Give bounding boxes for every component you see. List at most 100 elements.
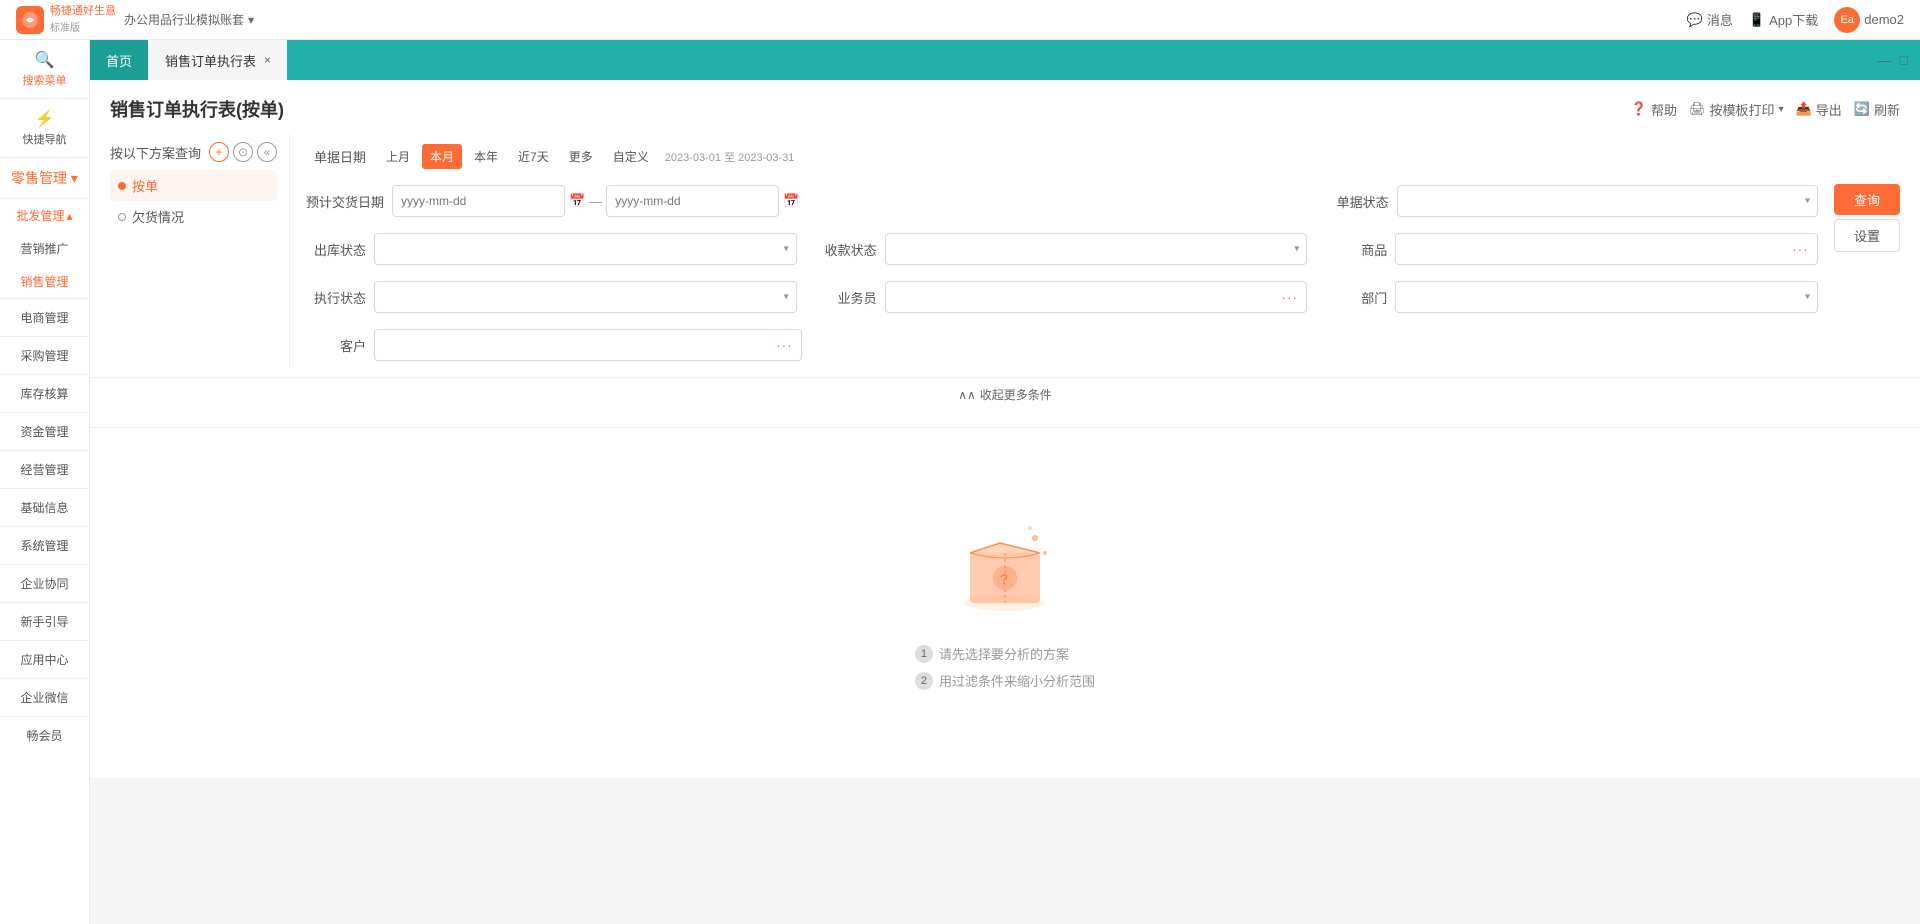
quick-nav-icon: ⚡ (4, 109, 85, 129)
help-icon: ❓ (1631, 101, 1647, 117)
active-dot (118, 182, 126, 190)
salesperson-filter: 业务员 ··· (817, 281, 1308, 313)
sidebar-item-ecommerce[interactable]: 电商管理 (0, 299, 89, 337)
sidebar-item-marketing[interactable]: 营销推广 (0, 232, 89, 265)
filter-add-btn[interactable]: + (209, 142, 229, 162)
print-btn[interactable]: 🖨 按模板打印 ▾ (1689, 100, 1784, 119)
collapse-more-btn[interactable]: ∧∧ 收起更多条件 (958, 386, 1052, 403)
date-tab-this-year[interactable]: 本年 (466, 144, 506, 169)
print-dropdown-arrow: ▾ (1779, 104, 1784, 115)
tip-num-2: 2 (915, 672, 933, 690)
retail-icon: 零售管理 ▾ (4, 168, 85, 188)
app-download-btn[interactable]: 📱 App下载 (1749, 10, 1818, 29)
payment-status-filter: 收款状态 ▾ (817, 233, 1308, 265)
exec-status-select[interactable] (374, 281, 797, 313)
goods-input-wrapper[interactable]: ··· (1395, 233, 1818, 265)
date-label: 单据日期 (306, 147, 366, 166)
filter-nav-shortage[interactable]: 欠货情况 (110, 201, 277, 232)
export-icon: 📤 (1796, 101, 1812, 117)
query-btn[interactable]: 查询 (1834, 184, 1900, 215)
minimize-btn[interactable]: — (1878, 52, 1892, 68)
delivery-label: 出库状态 (306, 240, 366, 259)
export-btn[interactable]: 📤 导出 (1796, 100, 1842, 119)
date-tab-this-month[interactable]: 本月 (422, 144, 462, 169)
dept-select[interactable] (1395, 281, 1818, 313)
query-buttons: 查询 设置 (1834, 134, 1900, 369)
sidebar-item-app-center[interactable]: 应用中心 (0, 641, 89, 679)
filter-sidebar-header: 按以下方案查询 + ⊙ « (110, 134, 277, 170)
order-status-select-wrapper: ▾ (1397, 185, 1818, 217)
help-btn[interactable]: ❓ 帮助 (1631, 100, 1677, 119)
app-download-icon: 📱 (1749, 12, 1765, 28)
sidebar-item-wechat[interactable]: 企业微信 (0, 679, 89, 717)
filter-nav-by-order[interactable]: 按单 (110, 170, 277, 201)
date-tab-7days[interactable]: 近7天 (510, 144, 557, 169)
breadcrumb[interactable]: 办公用品行业模拟账套 ▾ (124, 11, 254, 28)
filter-settings-btn[interactable]: ⊙ (233, 142, 253, 162)
date-filter-item: 单据日期 (306, 147, 366, 166)
expected-date-filter: 预计交货日期 📅 — 📅 (306, 185, 799, 217)
tab-bar: 首页 销售订单执行表 × — □ (90, 40, 1920, 80)
tip-num-1: 1 (915, 645, 933, 663)
order-status-filter: 单据状态 ▾ (1329, 185, 1818, 217)
sidebar-item-system[interactable]: 系统管理 (0, 527, 89, 565)
salesperson-input-wrapper[interactable]: ··· (885, 281, 1308, 313)
sidebar-item-wholesale[interactable]: 批发管理 ▴ (0, 199, 89, 232)
date-range-inputs: 📅 — 📅 (392, 185, 799, 217)
empty-tip-2: 2 用过滤条件来缩小分析范围 (915, 671, 1095, 690)
goods-picker-btn[interactable]: ··· (1792, 241, 1809, 257)
filter-grid-row2: 预计交货日期 📅 — 📅 (306, 177, 1818, 225)
date-tab-last-month[interactable]: 上月 (378, 144, 418, 169)
sidebar-item-guide[interactable]: 新手引导 (0, 603, 89, 641)
empty-illustration: ? (945, 508, 1065, 628)
sidebar-item-funds[interactable]: 资金管理 (0, 413, 89, 451)
collapse-arrows: ∧∧ (958, 388, 976, 402)
settings-btn[interactable]: 设置 (1834, 219, 1900, 252)
delivery-status-select[interactable] (374, 233, 797, 265)
customer-label: 客户 (306, 336, 366, 355)
calendar-icon-start[interactable]: 📅 (569, 193, 585, 209)
tab-home[interactable]: 首页 (90, 40, 148, 80)
customer-picker-btn[interactable]: ··· (776, 337, 793, 353)
message-label: 消息 (1707, 10, 1733, 29)
refresh-btn[interactable]: 🔄 刷新 (1854, 100, 1900, 119)
date-tab-more[interactable]: 更多 (561, 144, 601, 169)
page-title: 销售订单执行表(按单) (110, 96, 284, 122)
expected-date-start[interactable] (392, 185, 565, 217)
filter-collapse-btn[interactable]: « (257, 142, 277, 162)
sidebar-item-search-menu[interactable]: 🔍 搜索菜单 (0, 40, 89, 99)
page-header: 销售订单执行表(按单) ❓ 帮助 🖨 按模板打印 ▾ (90, 80, 1920, 134)
user-profile-btn[interactable]: Ea demo2 (1834, 7, 1904, 33)
salesperson-picker-btn[interactable]: ··· (1281, 289, 1298, 305)
calendar-icon-end[interactable]: 📅 (783, 193, 799, 209)
filter-sidebar: 按以下方案查询 + ⊙ « 按单 (110, 134, 290, 369)
sidebar: 🔍 搜索菜单 ⚡ 快捷导航 零售管理 ▾ 批发管理 ▴ 营销推广 销售管理 电商… (0, 40, 90, 924)
customer-input-wrapper[interactable]: ··· (374, 329, 802, 361)
message-btn[interactable]: 💬 消息 (1687, 10, 1733, 29)
svg-text:?: ? (1000, 571, 1008, 587)
maximize-btn[interactable]: □ (1900, 52, 1908, 68)
dept-label: 部门 (1327, 288, 1387, 307)
customer-filter: 客户 ··· (306, 329, 802, 361)
avatar: Ea (1834, 7, 1860, 33)
order-status-select[interactable] (1397, 185, 1818, 217)
sidebar-item-enterprise[interactable]: 企业协同 (0, 565, 89, 603)
payment-status-select[interactable] (885, 233, 1308, 265)
inactive-dot (118, 213, 126, 221)
print-icon: 🖨 (1689, 101, 1706, 117)
sidebar-item-management[interactable]: 经营管理 (0, 451, 89, 489)
payment-select-wrapper: ▾ (885, 233, 1308, 265)
sidebar-item-retail[interactable]: 零售管理 ▾ (0, 158, 89, 199)
tab-sales-order[interactable]: 销售订单执行表 × (148, 40, 287, 80)
sidebar-item-member[interactable]: 畅会员 (0, 717, 89, 754)
sidebar-item-inventory[interactable]: 库存核算 (0, 375, 89, 413)
empty-state: ? 1 请先选择要分析的方案 2 用过滤条件来缩小分析范围 (90, 428, 1920, 778)
date-tab-custom[interactable]: 自定义 (605, 144, 657, 169)
sidebar-item-quick-nav[interactable]: ⚡ 快捷导航 (0, 99, 89, 158)
tab-close-btn[interactable]: × (264, 53, 271, 67)
expected-date-end[interactable] (606, 185, 779, 217)
sidebar-item-sales[interactable]: 销售管理 (0, 265, 89, 298)
sidebar-item-purchase[interactable]: 采购管理 (0, 337, 89, 375)
sidebar-item-basic-info[interactable]: 基础信息 (0, 489, 89, 527)
logo-icon (16, 6, 44, 34)
